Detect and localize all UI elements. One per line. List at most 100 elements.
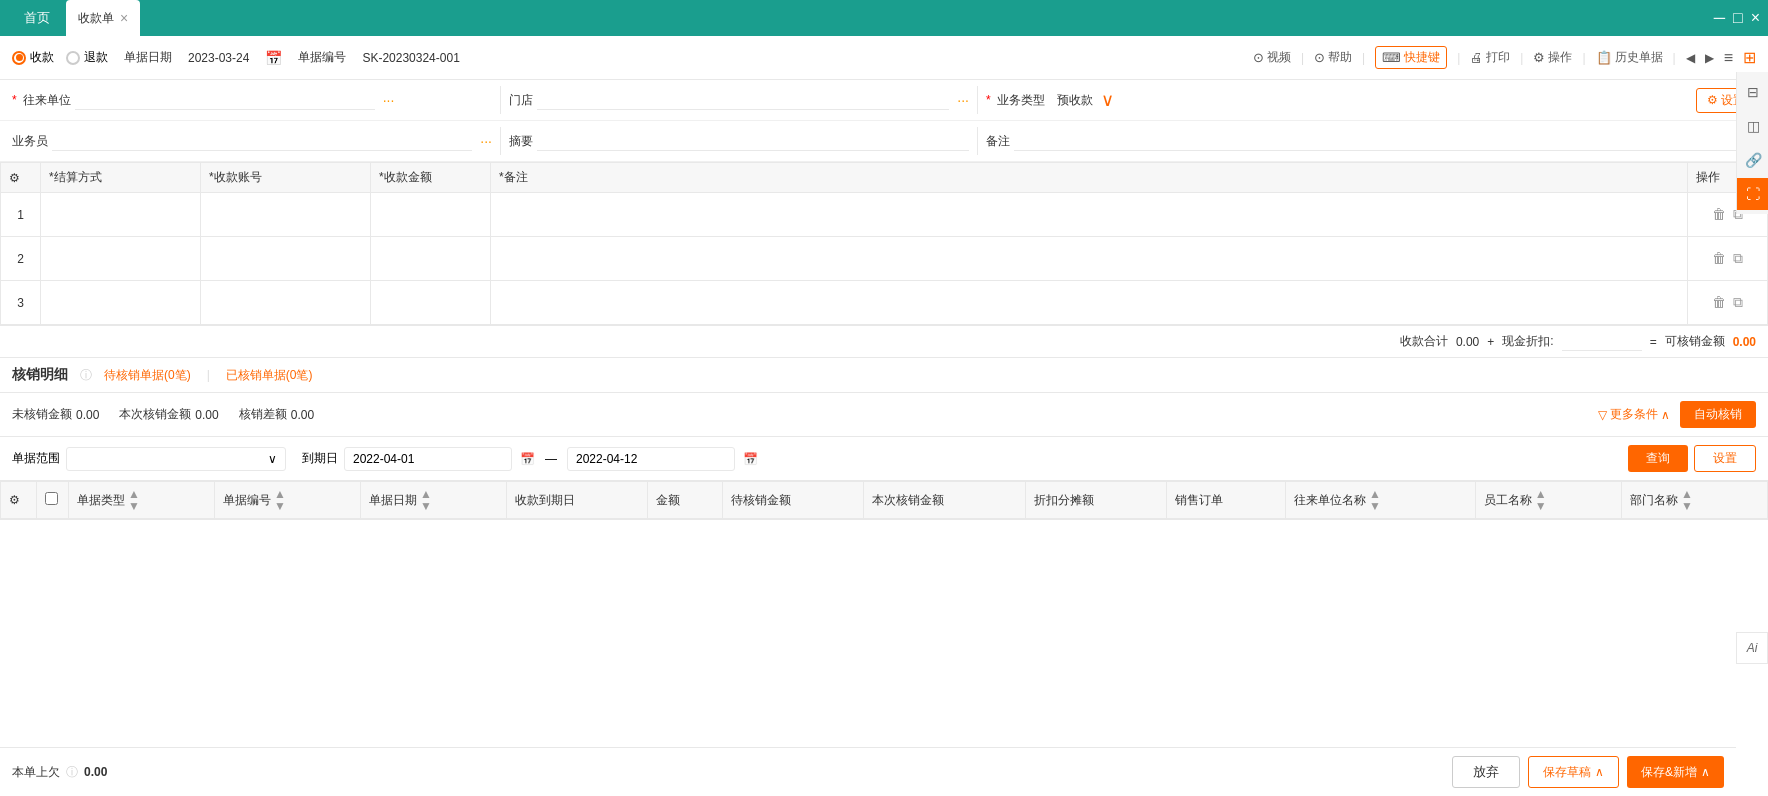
sort-dept[interactable]: 部门名称 ▲▼ bbox=[1630, 488, 1759, 512]
summary-input[interactable] bbox=[537, 132, 969, 151]
staff-input[interactable] bbox=[52, 132, 472, 151]
shortcut-btn[interactable]: ⌨ 快捷键 bbox=[1375, 46, 1447, 69]
row1-delete-icon[interactable]: 🗑 bbox=[1712, 206, 1726, 222]
grid-view-icon[interactable]: ⊞ bbox=[1743, 48, 1756, 67]
row1-settle[interactable] bbox=[41, 193, 201, 237]
help-btn[interactable]: ⊙ 帮助 bbox=[1314, 49, 1352, 66]
bt-th-checkbox[interactable] bbox=[37, 482, 69, 519]
biz-type-dropdown-icon[interactable]: ∨ bbox=[1097, 89, 1118, 111]
table-settings-icon[interactable]: ⚙ bbox=[9, 171, 20, 185]
radio-receipt-label: 收款 bbox=[30, 49, 54, 66]
bt-th-settings[interactable]: ⚙ bbox=[1, 482, 37, 519]
ai-badge[interactable]: Ai bbox=[1736, 632, 1768, 664]
row2-account[interactable] bbox=[201, 237, 371, 281]
form-divider-4 bbox=[977, 127, 978, 155]
video-btn[interactable]: ⊙ 视频 bbox=[1253, 49, 1291, 66]
row2-delete-icon[interactable]: 🗑 bbox=[1712, 250, 1726, 266]
due-date-from[interactable] bbox=[344, 447, 512, 471]
sort-counterpart[interactable]: 往来单位名称 ▲▼ bbox=[1294, 488, 1467, 512]
divider4: | bbox=[1520, 51, 1523, 65]
calendar-icon[interactable]: 📅 bbox=[265, 50, 282, 66]
discount-input[interactable] bbox=[1562, 332, 1642, 351]
right-panel-link-icon[interactable]: 🔗 bbox=[1737, 144, 1768, 176]
sort-bill-date[interactable]: 单据日期 ▲▼ bbox=[369, 488, 498, 512]
tab-current[interactable]: 收款单 × bbox=[66, 0, 140, 36]
done-tab[interactable]: 已核销单据(0笔) bbox=[226, 367, 313, 384]
row1-amount[interactable] bbox=[371, 193, 491, 237]
row2-remark[interactable] bbox=[491, 237, 1688, 281]
print-btn[interactable]: 🖨 打印 bbox=[1470, 49, 1510, 66]
query-btn[interactable]: 查询 bbox=[1628, 445, 1688, 472]
minimize-icon[interactable]: ─ bbox=[1714, 9, 1725, 27]
verify-settings-btn[interactable]: 设置 bbox=[1694, 445, 1756, 472]
history-btn[interactable]: 📋 历史单据 bbox=[1596, 49, 1663, 66]
save-draft-button[interactable]: 保存草稿 ∧ bbox=[1528, 756, 1619, 788]
abandon-button[interactable]: 放弃 bbox=[1452, 756, 1520, 788]
receipt-type-group: 收款 退款 bbox=[12, 49, 108, 66]
unchecked-value: 0.00 bbox=[76, 408, 99, 422]
row3-account[interactable] bbox=[201, 281, 371, 325]
nav-prev-icon[interactable]: ◀ bbox=[1686, 51, 1695, 65]
table-row: 1 🗑 ⧉ bbox=[1, 193, 1768, 237]
row3-delete-icon[interactable]: 🗑 bbox=[1712, 294, 1726, 310]
right-panel-doc-icon[interactable]: ◫ bbox=[1737, 110, 1768, 142]
sort-bill-type[interactable]: 单据类型 ▲▼ bbox=[77, 488, 206, 512]
pending-tab[interactable]: 待核销单据(0笔) bbox=[104, 367, 191, 384]
chevron-up-icon: ∧ bbox=[1661, 408, 1670, 422]
counterpart-input[interactable] bbox=[75, 91, 375, 110]
nav-next-icon[interactable]: ▶ bbox=[1705, 51, 1714, 65]
row3-amount[interactable] bbox=[371, 281, 491, 325]
remark-input[interactable] bbox=[1014, 132, 1756, 151]
bt-settings-icon[interactable]: ⚙ bbox=[9, 493, 20, 507]
history-icon: 📋 bbox=[1596, 50, 1612, 65]
list-view-icon[interactable]: ≡ bbox=[1724, 49, 1733, 67]
staff-more-icon[interactable]: ··· bbox=[480, 133, 492, 149]
receipt-table-container: ⚙ *结算方式 *收款账号 *收款金额 *备注 bbox=[0, 162, 1768, 326]
row1-account[interactable] bbox=[201, 193, 371, 237]
save-new-button[interactable]: 保存&新增 ∧ bbox=[1627, 756, 1724, 788]
right-panel-expand-icon[interactable]: ⛶ bbox=[1737, 178, 1768, 210]
operation-btn[interactable]: ⚙ 操作 bbox=[1533, 49, 1572, 66]
due-date-to[interactable] bbox=[567, 447, 735, 471]
plus-sign: + bbox=[1487, 335, 1494, 349]
tab-close-icon[interactable]: × bbox=[120, 10, 128, 26]
right-panel-table-icon[interactable]: ⊟ bbox=[1737, 76, 1768, 108]
toolbar-row: 收款 退款 单据日期 2023-03-24 📅 单据编号 SK-20230324… bbox=[0, 36, 1768, 80]
form-divider-3 bbox=[500, 127, 501, 155]
radio-refund[interactable]: 退款 bbox=[66, 49, 108, 66]
verify-info-icon: ⓘ bbox=[80, 367, 92, 384]
verify-section: 核销明细 ⓘ 待核销单据(0笔) | 已核销单据(0笔) 未核销金额 0.00 bbox=[0, 358, 1768, 520]
tab-divider: | bbox=[207, 368, 210, 382]
select-all-checkbox[interactable] bbox=[45, 492, 58, 505]
verify-header: 核销明细 ⓘ 待核销单据(0笔) | 已核销单据(0笔) bbox=[0, 358, 1768, 393]
tab-current-label: 收款单 bbox=[78, 10, 114, 27]
row3-copy-icon[interactable]: ⧉ bbox=[1733, 294, 1743, 310]
biz-type-label: 业务类型 bbox=[997, 92, 1045, 109]
row1-remark[interactable] bbox=[491, 193, 1688, 237]
receipt-table: ⚙ *结算方式 *收款账号 *收款金额 *备注 bbox=[0, 162, 1768, 325]
counterpart-label: 往来单位 bbox=[23, 92, 71, 109]
row3-settle[interactable] bbox=[41, 281, 201, 325]
save-draft-chevron-icon: ∧ bbox=[1595, 765, 1604, 779]
maximize-icon[interactable]: □ bbox=[1733, 9, 1743, 27]
counterpart-more-icon[interactable]: ··· bbox=[383, 92, 395, 108]
calendar-to-icon[interactable]: 📅 bbox=[743, 452, 758, 466]
row2-copy-icon[interactable]: ⧉ bbox=[1733, 250, 1743, 266]
radio-receipt[interactable]: 收款 bbox=[12, 49, 54, 66]
sort-staff[interactable]: 员工名称 ▲▼ bbox=[1484, 488, 1613, 512]
tab-home[interactable]: 首页 bbox=[8, 0, 66, 36]
close-window-icon[interactable]: × bbox=[1751, 9, 1760, 27]
store-more-icon[interactable]: ··· bbox=[957, 92, 969, 108]
bill-range-select[interactable]: ∨ bbox=[66, 447, 286, 471]
summary-label: 摘要 bbox=[509, 133, 533, 150]
row3-remark[interactable] bbox=[491, 281, 1688, 325]
auto-verify-btn[interactable]: 自动核销 bbox=[1680, 401, 1756, 428]
row2-amount[interactable] bbox=[371, 237, 491, 281]
more-conditions-btn[interactable]: ▽ 更多条件 ∧ bbox=[1598, 406, 1670, 423]
sort-bill-number[interactable]: 单据编号 ▲▼ bbox=[223, 488, 352, 512]
footer-info-icon: ⓘ bbox=[66, 764, 78, 781]
th-settings[interactable]: ⚙ bbox=[1, 163, 41, 193]
store-input[interactable] bbox=[537, 91, 949, 110]
row2-settle[interactable] bbox=[41, 237, 201, 281]
calendar-from-icon[interactable]: 📅 bbox=[520, 452, 535, 466]
